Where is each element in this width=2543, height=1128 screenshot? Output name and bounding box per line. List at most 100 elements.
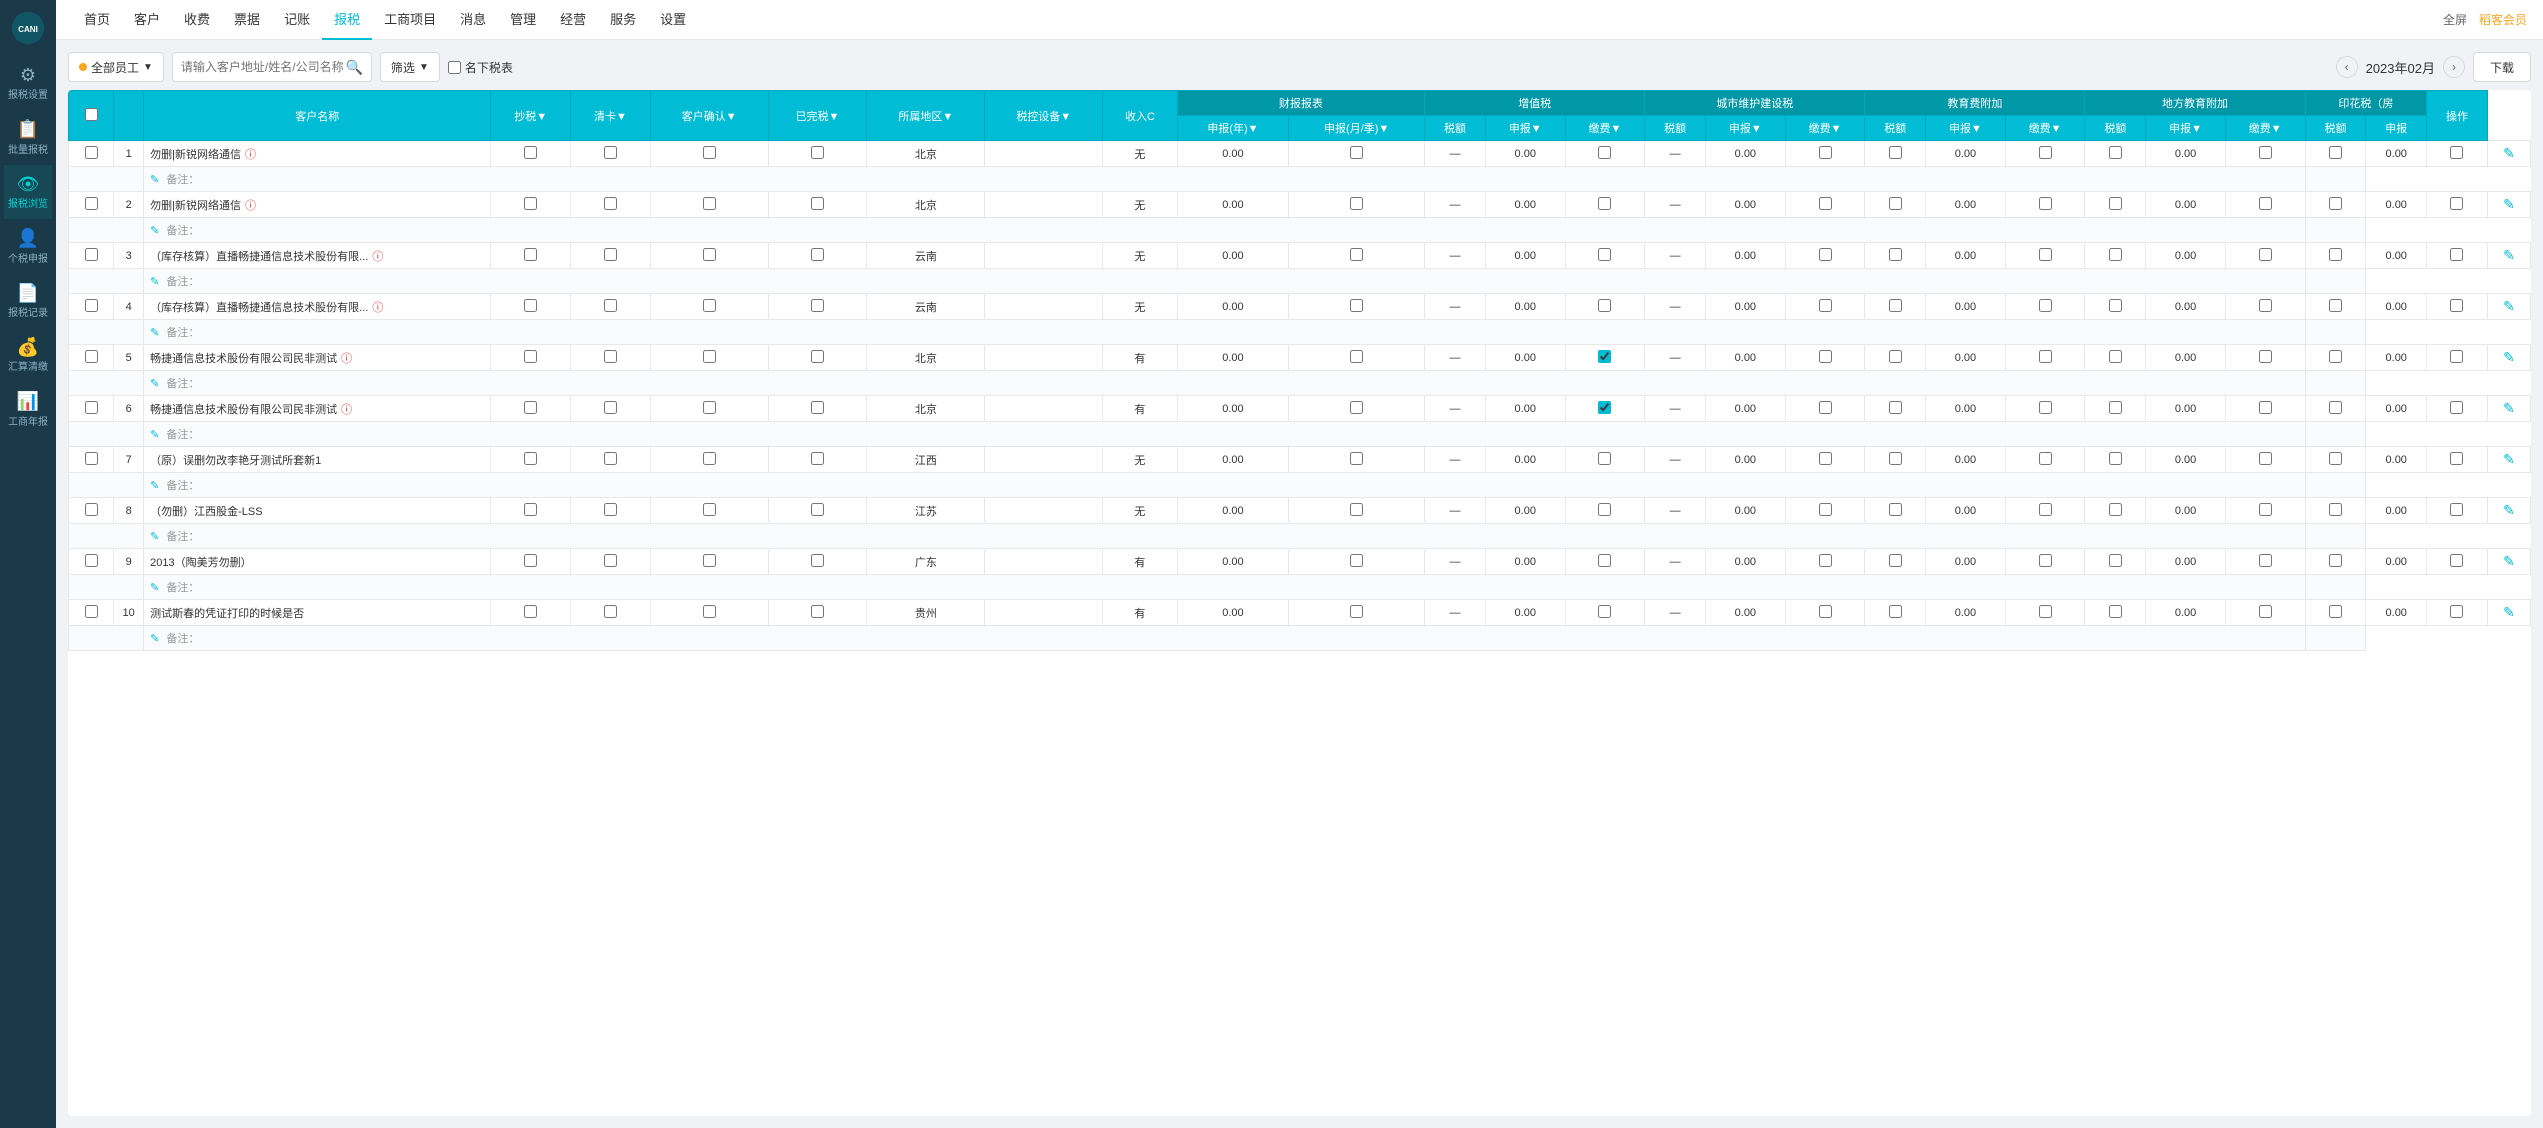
cb-annual-0[interactable] xyxy=(1350,146,1363,159)
fullscreen-btn[interactable]: 全屏 xyxy=(2443,11,2467,28)
edit-icon-1[interactable]: ✎ xyxy=(2503,196,2515,212)
table-container[interactable]: 客户名称 抄税▼ 清卡▼ 客户确认▼ 已完税▼ 所属地区▼ 税控设备▼ 收入C … xyxy=(68,90,2531,1116)
cb-paid-5[interactable] xyxy=(811,401,824,414)
edit-icon-8[interactable]: ✎ xyxy=(2503,553,2515,569)
row-checkbox-1[interactable] xyxy=(85,197,98,210)
cb-confirm-4[interactable] xyxy=(703,350,716,363)
customer-name-5[interactable]: 畅捷通信息技术股份有限公司民非测试ⓘ xyxy=(144,396,491,422)
sidebar-item-2[interactable]: 👁报税浏览 xyxy=(4,165,52,219)
cb-chaoshui-3[interactable] xyxy=(524,299,537,312)
edit-icon-6[interactable]: ✎ xyxy=(2503,451,2515,467)
cb-paid-9[interactable] xyxy=(811,605,824,618)
cb-confirm-0[interactable] xyxy=(703,146,716,159)
remark-edit-icon-1[interactable]: ✎ xyxy=(150,225,159,237)
prev-month-btn[interactable]: ‹ xyxy=(2336,56,2358,78)
cb-paid-2[interactable] xyxy=(811,248,824,261)
named-checkbox[interactable] xyxy=(448,61,461,74)
cb-confirm-1[interactable] xyxy=(703,197,716,210)
sidebar-item-0[interactable]: ⚙报税设置 xyxy=(4,56,52,110)
remark-edit-icon-0[interactable]: ✎ xyxy=(150,174,159,186)
cb-confirm-5[interactable] xyxy=(703,401,716,414)
cb-zz-apply-7[interactable] xyxy=(1598,503,1611,516)
sidebar-item-5[interactable]: 💰汇算清缴 xyxy=(4,328,52,382)
next-month-btn[interactable]: › xyxy=(2443,56,2465,78)
edit-icon-5[interactable]: ✎ xyxy=(2503,400,2515,416)
row-checkbox-8[interactable] xyxy=(85,554,98,567)
cb-confirm-9[interactable] xyxy=(703,605,716,618)
cb-annual-3[interactable] xyxy=(1350,299,1363,312)
customer-name-7[interactable]: （勿删）江西股金-LSS xyxy=(144,498,491,524)
download-btn[interactable]: 下载 xyxy=(2473,52,2531,82)
cb-paid-0[interactable] xyxy=(811,146,824,159)
cb-chaoshui-4[interactable] xyxy=(524,350,537,363)
edit-icon-3[interactable]: ✎ xyxy=(2503,298,2515,314)
cb-qingka-9[interactable] xyxy=(604,605,617,618)
cb-annual-4[interactable] xyxy=(1350,350,1363,363)
nav-item-管理[interactable]: 管理 xyxy=(498,0,548,40)
cb-zz-apply-2[interactable] xyxy=(1598,248,1611,261)
remark-edit-icon-5[interactable]: ✎ xyxy=(150,429,159,441)
remark-edit-icon-6[interactable]: ✎ xyxy=(150,480,159,492)
cb-confirm-8[interactable] xyxy=(703,554,716,567)
remark-edit-icon-8[interactable]: ✎ xyxy=(150,582,159,594)
row-checkbox-9[interactable] xyxy=(85,605,98,618)
cb-confirm-7[interactable] xyxy=(703,503,716,516)
remark-edit-icon-4[interactable]: ✎ xyxy=(150,378,159,390)
edit-icon-7[interactable]: ✎ xyxy=(2503,502,2515,518)
cb-zz-apply-0[interactable] xyxy=(1598,146,1611,159)
cb-annual-9[interactable] xyxy=(1350,605,1363,618)
cb-qingka-5[interactable] xyxy=(604,401,617,414)
edit-icon-0[interactable]: ✎ xyxy=(2503,145,2515,161)
nav-item-票据[interactable]: 票据 xyxy=(222,0,272,40)
customer-name-3[interactable]: （库存核算）直播畅捷通信息技术股份有限...ⓘ xyxy=(144,294,491,320)
cb-annual-6[interactable] xyxy=(1350,452,1363,465)
employee-filter-btn[interactable]: 全部员工 ▼ xyxy=(68,52,164,82)
edit-icon-2[interactable]: ✎ xyxy=(2503,247,2515,263)
select-all-checkbox[interactable] xyxy=(85,108,98,121)
cb-chaoshui-7[interactable] xyxy=(524,503,537,516)
customer-name-9[interactable]: 测试斯春的凭证打印的时候是否 xyxy=(144,600,491,626)
cb-paid-8[interactable] xyxy=(811,554,824,567)
cb-qingka-3[interactable] xyxy=(604,299,617,312)
customer-name-2[interactable]: （库存核算）直播畅捷通信息技术股份有限...ⓘ xyxy=(144,243,491,269)
cb-zz-apply-8[interactable] xyxy=(1598,554,1611,567)
cb-paid-7[interactable] xyxy=(811,503,824,516)
edit-icon-9[interactable]: ✎ xyxy=(2503,604,2515,620)
cb-zz-apply-6[interactable] xyxy=(1598,452,1611,465)
cb-qingka-8[interactable] xyxy=(604,554,617,567)
sidebar-item-3[interactable]: 👤个税申报 xyxy=(4,219,52,273)
cb-annual-2[interactable] xyxy=(1350,248,1363,261)
cb-chaoshui-5[interactable] xyxy=(524,401,537,414)
nav-item-记账[interactable]: 记账 xyxy=(272,0,322,40)
cb-qingka-2[interactable] xyxy=(604,248,617,261)
remark-edit-icon-9[interactable]: ✎ xyxy=(150,633,159,645)
cb-chaoshui-8[interactable] xyxy=(524,554,537,567)
cb-confirm-3[interactable] xyxy=(703,299,716,312)
customer-name-1[interactable]: 勿删|新锐网络通信ⓘ xyxy=(144,192,491,218)
vip-btn[interactable]: 稻客会员 xyxy=(2479,11,2527,28)
cb-zz-apply-9[interactable] xyxy=(1598,605,1611,618)
filter-btn[interactable]: 筛选 ▼ xyxy=(380,52,440,82)
cb-zz-apply-4[interactable] xyxy=(1598,350,1611,363)
cb-annual-7[interactable] xyxy=(1350,503,1363,516)
edit-icon-4[interactable]: ✎ xyxy=(2503,349,2515,365)
nav-item-首页[interactable]: 首页 xyxy=(72,0,122,40)
remark-edit-icon-7[interactable]: ✎ xyxy=(150,531,159,543)
sidebar-item-1[interactable]: 📋批量报税 xyxy=(4,110,52,164)
cb-paid-1[interactable] xyxy=(811,197,824,210)
cb-chaoshui-0[interactable] xyxy=(524,146,537,159)
cb-confirm-2[interactable] xyxy=(703,248,716,261)
cb-paid-3[interactable] xyxy=(811,299,824,312)
cb-zz-apply-1[interactable] xyxy=(1598,197,1611,210)
remark-edit-icon-3[interactable]: ✎ xyxy=(150,327,159,339)
nav-item-消息[interactable]: 消息 xyxy=(448,0,498,40)
nav-item-收费[interactable]: 收费 xyxy=(172,0,222,40)
row-checkbox-3[interactable] xyxy=(85,299,98,312)
row-checkbox-6[interactable] xyxy=(85,452,98,465)
nav-item-工商项目[interactable]: 工商项目 xyxy=(372,0,448,40)
cb-zz-apply-5[interactable] xyxy=(1598,401,1611,414)
cb-qingka-7[interactable] xyxy=(604,503,617,516)
nav-item-设置[interactable]: 设置 xyxy=(648,0,698,40)
cb-qingka-1[interactable] xyxy=(604,197,617,210)
nav-item-报税[interactable]: 报税 xyxy=(322,0,372,40)
